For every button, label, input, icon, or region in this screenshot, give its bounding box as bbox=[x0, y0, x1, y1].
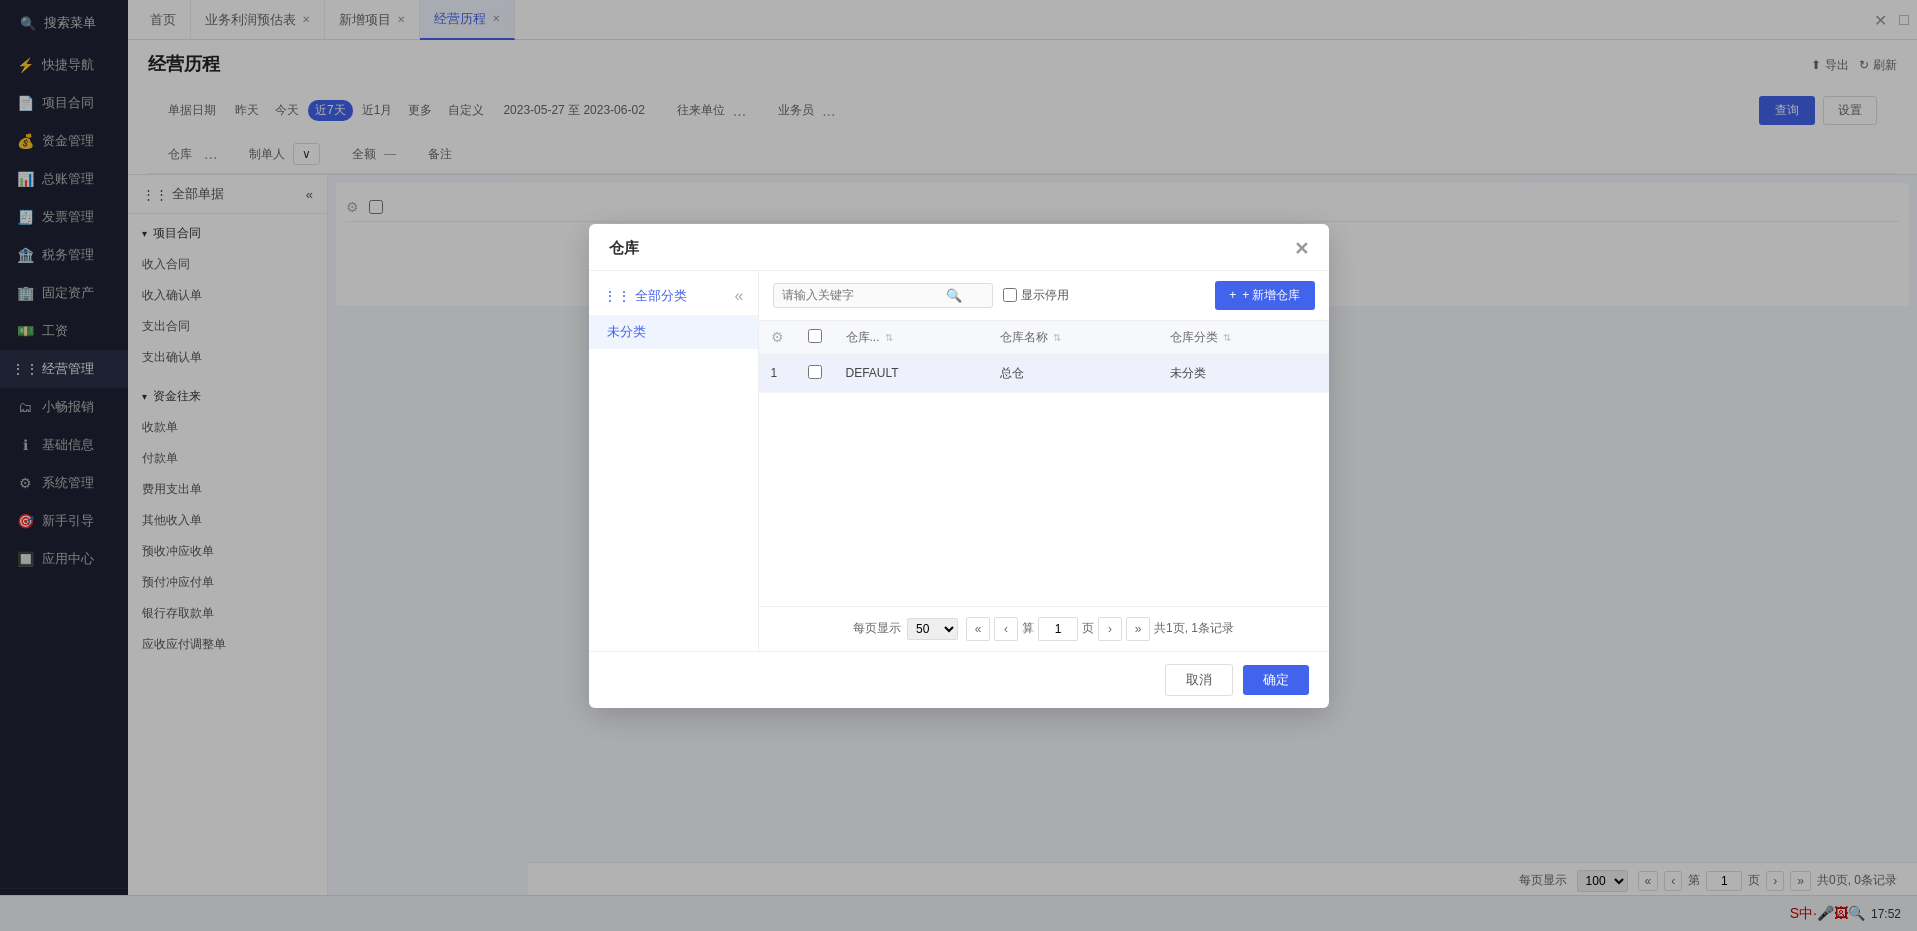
th-checkbox bbox=[796, 321, 834, 355]
modal-left-all[interactable]: ⋮⋮ 全部分类 « bbox=[589, 281, 758, 315]
all-categories-label: 全部分类 bbox=[635, 287, 687, 305]
modal-left-collapse-icon[interactable]: « bbox=[735, 287, 744, 305]
th-name-label: 仓库名称 bbox=[1000, 330, 1048, 344]
select-all-checkbox[interactable] bbox=[808, 329, 822, 343]
modal-page-prev-btn[interactable]: ‹ bbox=[994, 617, 1018, 641]
table-row[interactable]: 1 DEFAULT 总仓 未分类 bbox=[759, 354, 1329, 392]
modal-page-end-label: 页 bbox=[1082, 620, 1094, 637]
modal-toolbar: 🔍 显示停用 + + 新增仓库 bbox=[759, 271, 1329, 321]
modal-left-uncategorized[interactable]: 未分类 bbox=[589, 315, 758, 349]
row-code: DEFAULT bbox=[834, 354, 988, 392]
modal-right-panel: 🔍 显示停用 + + 新增仓库 ⚙ bbox=[759, 271, 1329, 651]
search-icon: 🔍 bbox=[946, 288, 962, 303]
search-input[interactable] bbox=[782, 288, 942, 302]
modal-page-size: 每页显示 50 100 200 bbox=[853, 618, 958, 640]
th-category: 仓库分类 ⇅ bbox=[1158, 321, 1328, 355]
modal-page-size-select[interactable]: 50 100 200 bbox=[907, 618, 958, 640]
uncategorized-label: 未分类 bbox=[607, 324, 646, 339]
table-gear-icon[interactable]: ⚙ bbox=[771, 329, 784, 345]
modal-footer-inner: 每页显示 50 100 200 « ‹ 算 页 › » 共1页, 1条记录 bbox=[759, 606, 1329, 651]
modal-pagination: « ‹ 算 页 › » 共1页, 1条记录 bbox=[966, 617, 1234, 641]
modal-page-num-label: 算 bbox=[1022, 620, 1034, 637]
th-code: 仓库... ⇅ bbox=[834, 321, 988, 355]
modal-page-num-input[interactable] bbox=[1038, 617, 1078, 641]
cancel-btn[interactable]: 取消 bbox=[1165, 664, 1233, 696]
warehouse-modal: 仓库 ✕ ⋮⋮ 全部分类 « 未分类 🔍 bbox=[589, 224, 1329, 708]
row-name: 总仓 bbox=[988, 354, 1158, 392]
modal-left-panel: ⋮⋮ 全部分类 « 未分类 bbox=[589, 271, 759, 651]
page-size-label: 每页显示 bbox=[853, 620, 901, 637]
show-disabled-text: 显示停用 bbox=[1021, 287, 1069, 304]
modal-close-btn[interactable]: ✕ bbox=[1294, 238, 1309, 260]
sort-icon[interactable]: ⇅ bbox=[1223, 332, 1231, 343]
modal-footer: 取消 确定 bbox=[589, 651, 1329, 708]
row-checkbox[interactable] bbox=[796, 354, 834, 392]
search-box: 🔍 bbox=[773, 283, 993, 308]
sort-icon[interactable]: ⇅ bbox=[1053, 332, 1061, 343]
row-index: 1 bbox=[759, 354, 796, 392]
th-name: 仓库名称 ⇅ bbox=[988, 321, 1158, 355]
modal-header: 仓库 ✕ bbox=[589, 224, 1329, 271]
plus-icon: + bbox=[1229, 288, 1236, 302]
all-categories-icon: ⋮⋮ bbox=[603, 288, 631, 304]
show-disabled-label[interactable]: 显示停用 bbox=[1003, 287, 1069, 304]
modal-table-wrap: ⚙ 仓库... ⇅ 仓库名称 ⇅ bbox=[759, 321, 1329, 606]
modal-page-next-btn[interactable]: › bbox=[1098, 617, 1122, 641]
modal-body: ⋮⋮ 全部分类 « 未分类 🔍 显示停用 + bbox=[589, 271, 1329, 651]
th-gear: ⚙ bbox=[759, 321, 796, 355]
modal-page-last-btn[interactable]: » bbox=[1126, 617, 1150, 641]
confirm-btn[interactable]: 确定 bbox=[1243, 665, 1309, 695]
row-category: 未分类 bbox=[1158, 354, 1328, 392]
modal-title: 仓库 bbox=[609, 239, 639, 258]
add-warehouse-btn[interactable]: + + 新增仓库 bbox=[1215, 281, 1314, 310]
add-warehouse-label: + 新增仓库 bbox=[1242, 287, 1300, 304]
th-code-label: 仓库... bbox=[846, 330, 880, 344]
sort-icon[interactable]: ⇅ bbox=[885, 332, 893, 343]
row-select-checkbox[interactable] bbox=[808, 365, 822, 379]
th-category-label: 仓库分类 bbox=[1170, 330, 1218, 344]
modal-page-first-btn[interactable]: « bbox=[966, 617, 990, 641]
modal-page-total: 共1页, 1条记录 bbox=[1154, 620, 1234, 637]
modal-table: ⚙ 仓库... ⇅ 仓库名称 ⇅ bbox=[759, 321, 1329, 393]
show-disabled-checkbox[interactable] bbox=[1003, 288, 1017, 302]
